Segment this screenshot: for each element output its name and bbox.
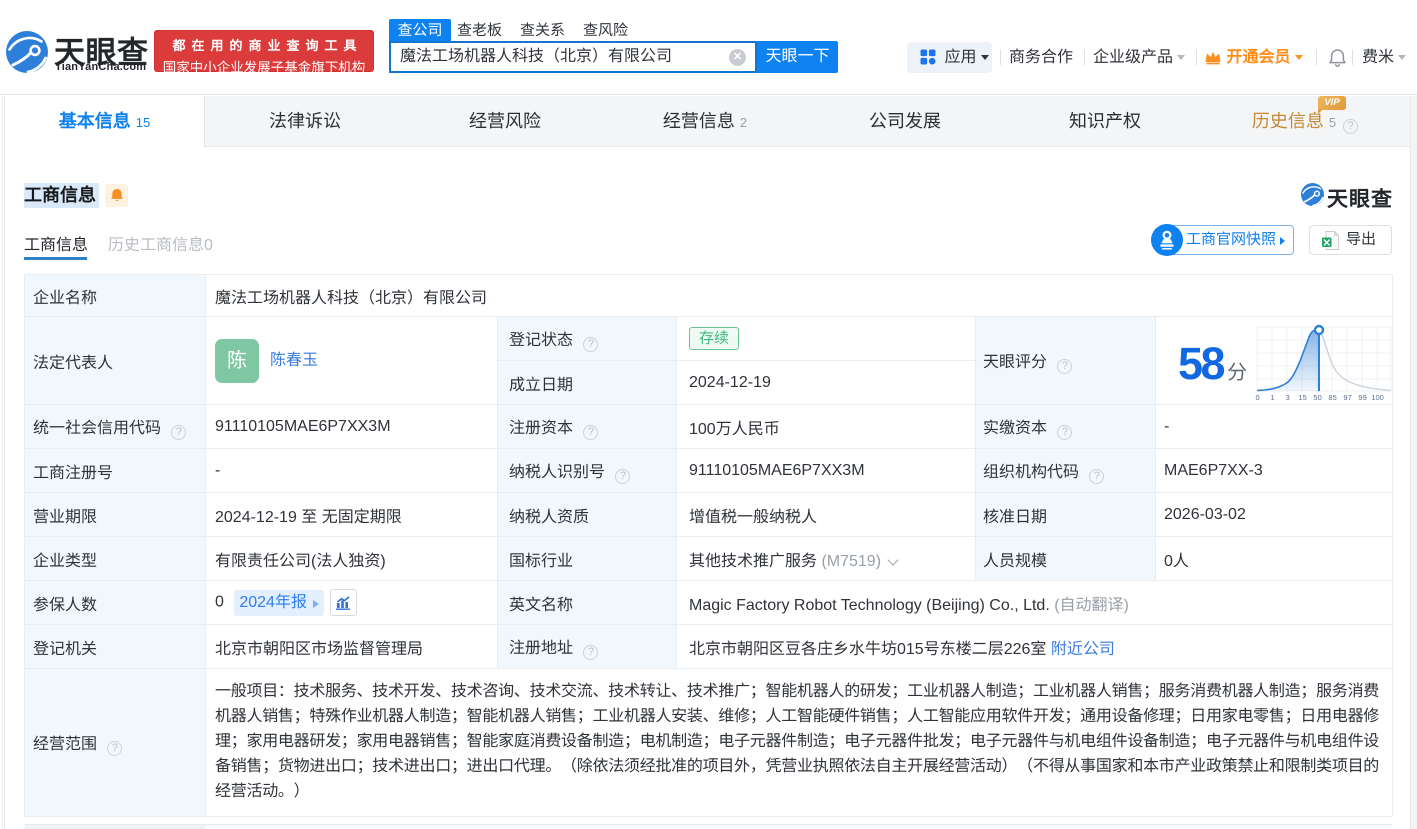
svg-text:15: 15	[1298, 393, 1306, 402]
svg-text:85: 85	[1328, 393, 1336, 402]
svg-text:50: 50	[1313, 393, 1321, 402]
svg-text:97: 97	[1343, 393, 1351, 402]
svg-text:1: 1	[1271, 393, 1275, 402]
svg-text:0: 0	[1256, 393, 1260, 402]
svg-text:99: 99	[1358, 393, 1366, 402]
svg-text:3: 3	[1286, 393, 1290, 402]
svg-text:100: 100	[1371, 393, 1384, 402]
